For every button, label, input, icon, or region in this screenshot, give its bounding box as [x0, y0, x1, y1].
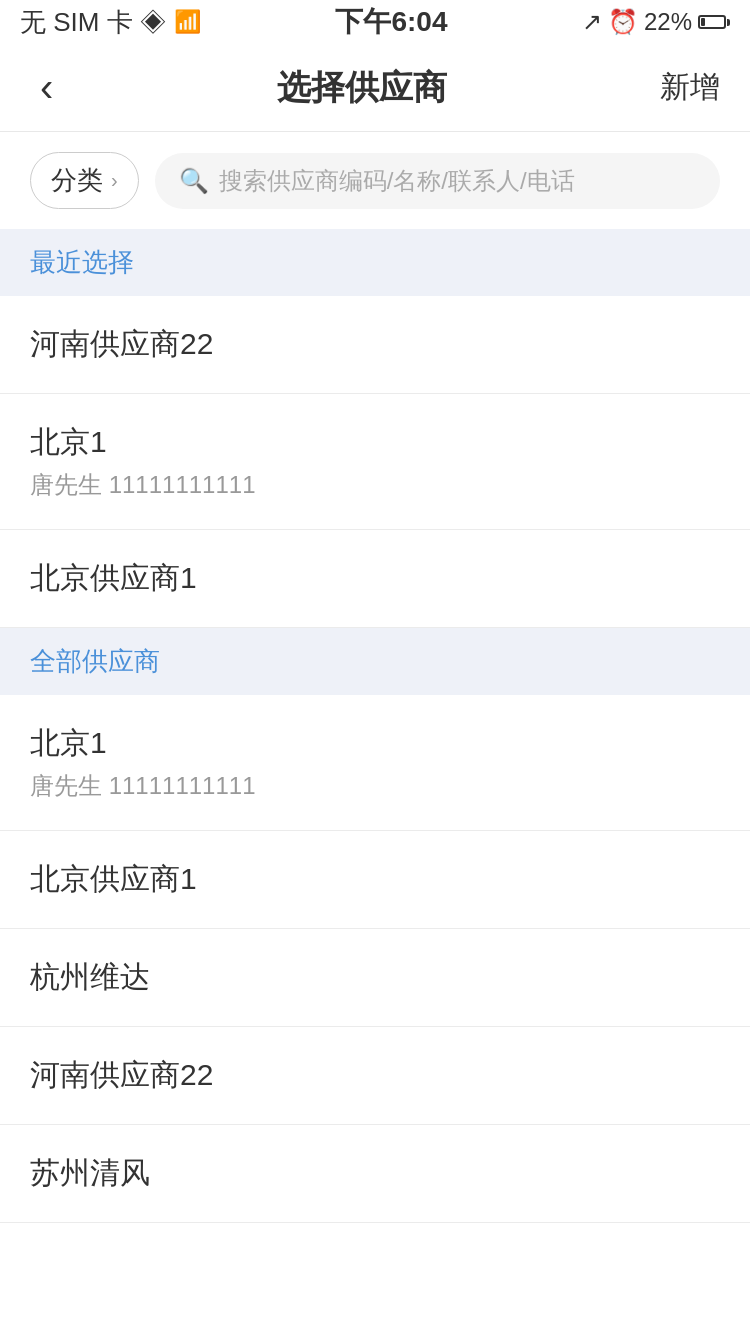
recent-item-2[interactable]: 北京供应商1 [0, 530, 750, 628]
all-item-name-4: 苏州清风 [30, 1153, 720, 1194]
all-item-detail-0: 唐先生 11111111111 [30, 770, 720, 802]
all-item-name-0: 北京1 [30, 723, 720, 764]
category-filter-button[interactable]: 分类 › [30, 152, 139, 209]
status-time: 下午6:04 [335, 3, 447, 41]
location-icon: ↗ [582, 8, 602, 36]
all-item-2[interactable]: 杭州维达 [0, 929, 750, 1027]
recent-item-0[interactable]: 河南供应商22 [0, 296, 750, 394]
recent-item-1[interactable]: 北京1 唐先生 11111111111 [0, 394, 750, 530]
all-section-label: 全部供应商 [30, 646, 160, 676]
battery-percent: 22% [644, 8, 692, 36]
all-item-4[interactable]: 苏州清风 [0, 1125, 750, 1223]
wifi-icon: 📶 [174, 9, 201, 35]
battery-icon [698, 15, 730, 29]
page-title: 选择供应商 [277, 65, 447, 111]
add-button[interactable]: 新增 [660, 67, 720, 108]
all-item-name-1: 北京供应商1 [30, 859, 720, 900]
recent-item-name-0: 河南供应商22 [30, 324, 720, 365]
recent-section-label: 最近选择 [30, 247, 134, 277]
chevron-right-icon: › [111, 169, 118, 192]
all-section-header: 全部供应商 [0, 628, 750, 695]
all-items-list: 北京1 唐先生 11111111111 北京供应商1 杭州维达 河南供应商22 … [0, 695, 750, 1223]
recent-item-name-2: 北京供应商1 [30, 558, 720, 599]
back-button[interactable]: ‹ [30, 55, 63, 120]
all-item-name-2: 杭州维达 [30, 957, 720, 998]
alarm-icon: ⏰ [608, 8, 638, 36]
recent-item-name-1: 北京1 [30, 422, 720, 463]
search-placeholder: 搜索供应商编码/名称/联系人/电话 [219, 165, 575, 197]
recent-section-header: 最近选择 [0, 229, 750, 296]
all-item-0[interactable]: 北京1 唐先生 11111111111 [0, 695, 750, 831]
all-item-name-3: 河南供应商22 [30, 1055, 720, 1096]
nav-bar: ‹ 选择供应商 新增 [0, 44, 750, 132]
all-item-3[interactable]: 河南供应商22 [0, 1027, 750, 1125]
sim-status: 无 SIM 卡 ◈ [20, 5, 166, 40]
recent-items-list: 河南供应商22 北京1 唐先生 11111111111 北京供应商1 [0, 296, 750, 628]
recent-item-detail-1: 唐先生 11111111111 [30, 469, 720, 501]
category-label: 分类 [51, 163, 103, 198]
status-left: 无 SIM 卡 ◈ 📶 [20, 5, 201, 40]
search-icon: 🔍 [179, 167, 209, 195]
search-box[interactable]: 🔍 搜索供应商编码/名称/联系人/电话 [155, 153, 720, 209]
all-item-1[interactable]: 北京供应商1 [0, 831, 750, 929]
filter-bar: 分类 › 🔍 搜索供应商编码/名称/联系人/电话 [0, 132, 750, 229]
status-bar: 无 SIM 卡 ◈ 📶 下午6:04 ↗ ⏰ 22% [0, 0, 750, 44]
status-right: ↗ ⏰ 22% [582, 8, 730, 36]
